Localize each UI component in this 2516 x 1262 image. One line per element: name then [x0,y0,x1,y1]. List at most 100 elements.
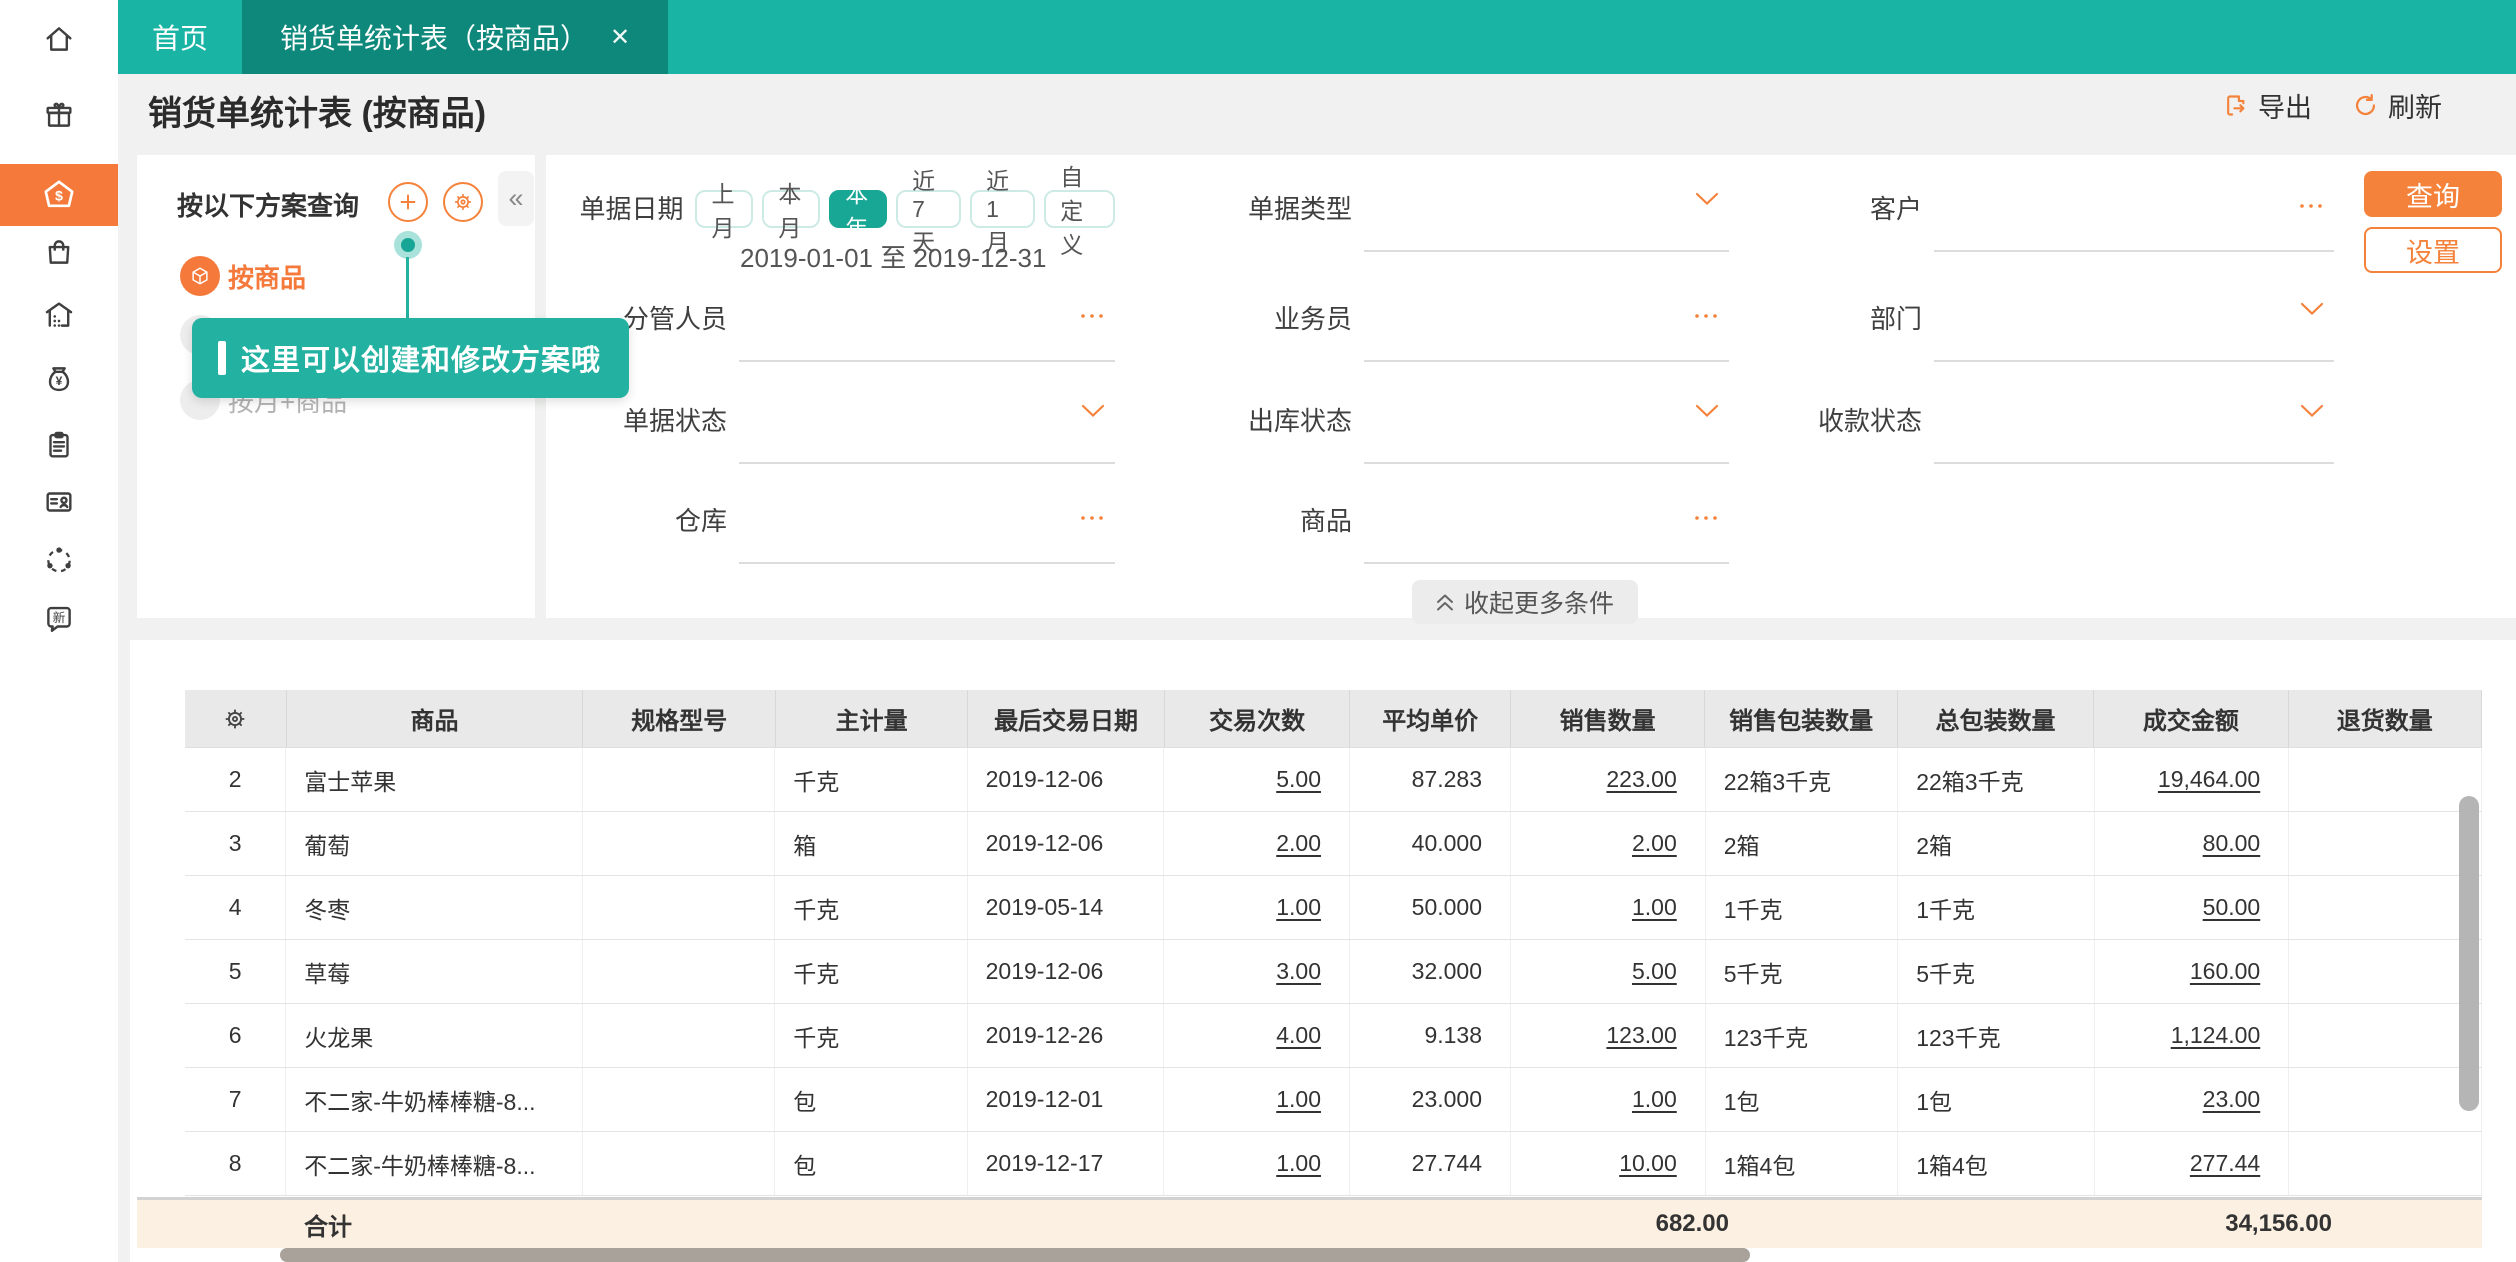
cell-times-link[interactable]: 5.00 [1276,766,1321,793]
gift-icon[interactable] [0,84,118,146]
tab-close-icon[interactable]: ✕ [610,23,630,52]
cell-amount-link[interactable]: 1,124.00 [2171,1022,2261,1049]
home-icon[interactable] [0,8,118,70]
table-row: 4 冬枣 千克 2019-05-14 1.00 50.000 1.00 1千克 … [185,876,2482,940]
vertical-scrollbar-thumb[interactable] [2459,796,2479,1111]
sales-icon[interactable]: $ [0,164,118,226]
cell-sales-qty-link[interactable]: 2.00 [1632,830,1677,857]
column-header-total-pkg[interactable]: 总包装数量 [1898,690,2095,747]
cell-sales-pkg: 1箱4包 [1706,1132,1899,1195]
filter-outbound-status[interactable]: 出库状态 [1180,402,1729,464]
svg-text:$: $ [55,188,63,204]
outbound-status-select[interactable] [1364,402,1729,464]
cell-sales-qty-link[interactable]: 5.00 [1632,958,1677,985]
department-select[interactable] [1934,300,2334,362]
filter-doc-type[interactable]: 单据类型 [1180,190,1729,252]
cell-sales-qty-link[interactable]: 10.00 [1619,1150,1677,1177]
product-picker[interactable] [1364,502,1729,564]
money-pouch-icon[interactable]: ¥ [0,349,118,411]
cell-sales-qty-link[interactable]: 1.00 [1632,1086,1677,1113]
panel-collapse-button[interactable]: « [498,171,534,226]
new-badge-icon[interactable]: 新 [0,587,118,649]
column-settings-button[interactable] [185,690,287,747]
cell-amount-link[interactable]: 50.00 [2203,894,2261,921]
doc-type-select[interactable] [1364,190,1729,252]
date-preset-7-days[interactable]: 近7天 [896,168,962,255]
cell-returns [2289,812,2482,875]
row-number: 4 [185,876,287,939]
chevron-down-icon [2300,302,2324,316]
horizontal-scrollbar-thumb[interactable] [280,1248,1750,1262]
tab-sales-report-label: 销货单统计表（按商品） [280,23,589,54]
filter-salesman[interactable]: 业务员 [1180,300,1729,362]
cell-sales-qty-link[interactable]: 1.00 [1632,894,1677,921]
column-header-returns[interactable]: 退货数量 [2289,690,2482,747]
customer-card-icon[interactable] [0,471,118,533]
column-header-avg-price[interactable]: 平均单价 [1350,690,1511,747]
cell-times-link[interactable]: 1.00 [1276,1086,1321,1113]
payment-status-select[interactable] [1934,402,2334,464]
filter-product[interactable]: 商品 [1180,502,1729,564]
tab-sales-report[interactable]: 销货单统计表（按商品） ✕ [242,0,669,74]
refresh-button[interactable]: 刷新 [2352,86,2442,125]
cell-times-link[interactable]: 3.00 [1276,958,1321,985]
column-header-times[interactable]: 交易次数 [1165,690,1351,747]
column-header-spec[interactable]: 规格型号 [583,690,776,747]
filter-warehouse[interactable]: 仓库 [555,502,1115,564]
cell-times-link[interactable]: 1.00 [1276,894,1321,921]
customer-picker[interactable] [1934,190,2334,252]
warehouse-icon[interactable] [0,284,118,346]
warehouse-picker[interactable] [739,502,1115,564]
export-button[interactable]: 导出 [2222,86,2312,125]
ellipsis-icon [2300,204,2322,208]
filter-doc-status[interactable]: 单据状态 [555,402,1115,464]
cell-times-link[interactable]: 2.00 [1276,830,1321,857]
clipboard-icon[interactable] [0,414,118,476]
share-network-icon[interactable] [0,529,118,591]
cell-last-date: 2019-12-17 [968,1132,1164,1195]
cell-amount-link[interactable]: 23.00 [2203,1086,2261,1113]
cell-spec [583,1068,776,1131]
cell-amount-link[interactable]: 277.44 [2190,1150,2260,1177]
filter-customer[interactable]: 客户 [1750,190,2334,252]
cell-total-pkg: 123千克 [1898,1004,2095,1067]
scheme-settings-button[interactable] [443,182,483,222]
cell-times-link[interactable]: 4.00 [1276,1022,1321,1049]
add-scheme-button[interactable] [388,182,428,222]
date-range-value[interactable]: 2019-01-01 至 2019-12-31 [740,238,1046,275]
collapse-conditions-bar[interactable]: 收起更多条件 [1412,580,1638,624]
table-row: 2 富士苹果 千克 2019-12-06 5.00 87.283 223.00 … [185,748,2482,812]
manager-picker[interactable] [739,300,1115,362]
date-preset-1-month[interactable]: 近1月 [970,168,1036,255]
cell-total-pkg: 5千克 [1898,940,2095,1003]
date-preset-this-month[interactable]: 本月 [762,181,821,241]
date-preset-this-year[interactable]: 本年 [829,181,888,241]
column-header-sales-pkg[interactable]: 销售包装数量 [1705,690,1898,747]
cell-sales-qty-link[interactable]: 123.00 [1606,1022,1676,1049]
query-button[interactable]: 查询 [2364,171,2502,217]
filter-payment-status[interactable]: 收款状态 [1750,402,2334,464]
filter-doc-status-label: 单据状态 [622,406,727,436]
cell-total-pkg: 1箱4包 [1898,1132,2095,1195]
shopping-bag-icon[interactable] [0,221,118,283]
cell-amount-link[interactable]: 160.00 [2190,958,2260,985]
filter-manager[interactable]: 分管人员 [555,300,1115,362]
scheme-item-by-product[interactable]: 按商品 [180,256,306,296]
tooltip-connector [406,257,409,319]
column-header-amount[interactable]: 成交金额 [2094,690,2289,747]
salesman-picker[interactable] [1364,300,1729,362]
filter-department[interactable]: 部门 [1750,300,2334,362]
doc-status-select[interactable] [739,402,1115,464]
column-header-sales-qty[interactable]: 销售数量 [1511,690,1706,747]
cell-amount-link[interactable]: 19,464.00 [2158,766,2260,793]
cell-sales-qty-link[interactable]: 223.00 [1606,766,1676,793]
tab-home[interactable]: 首页 [118,0,242,74]
column-header-product[interactable]: 商品 [287,690,584,747]
column-header-unit[interactable]: 主计量 [776,690,969,747]
settings-button[interactable]: 设置 [2364,227,2502,273]
date-preset-last-month[interactable]: 上月 [695,181,754,241]
cell-times-link[interactable]: 1.00 [1276,1150,1321,1177]
date-preset-custom[interactable]: 自定义 [1044,164,1115,258]
column-header-last-date[interactable]: 最后交易日期 [968,690,1165,747]
cell-amount-link[interactable]: 80.00 [2203,830,2261,857]
